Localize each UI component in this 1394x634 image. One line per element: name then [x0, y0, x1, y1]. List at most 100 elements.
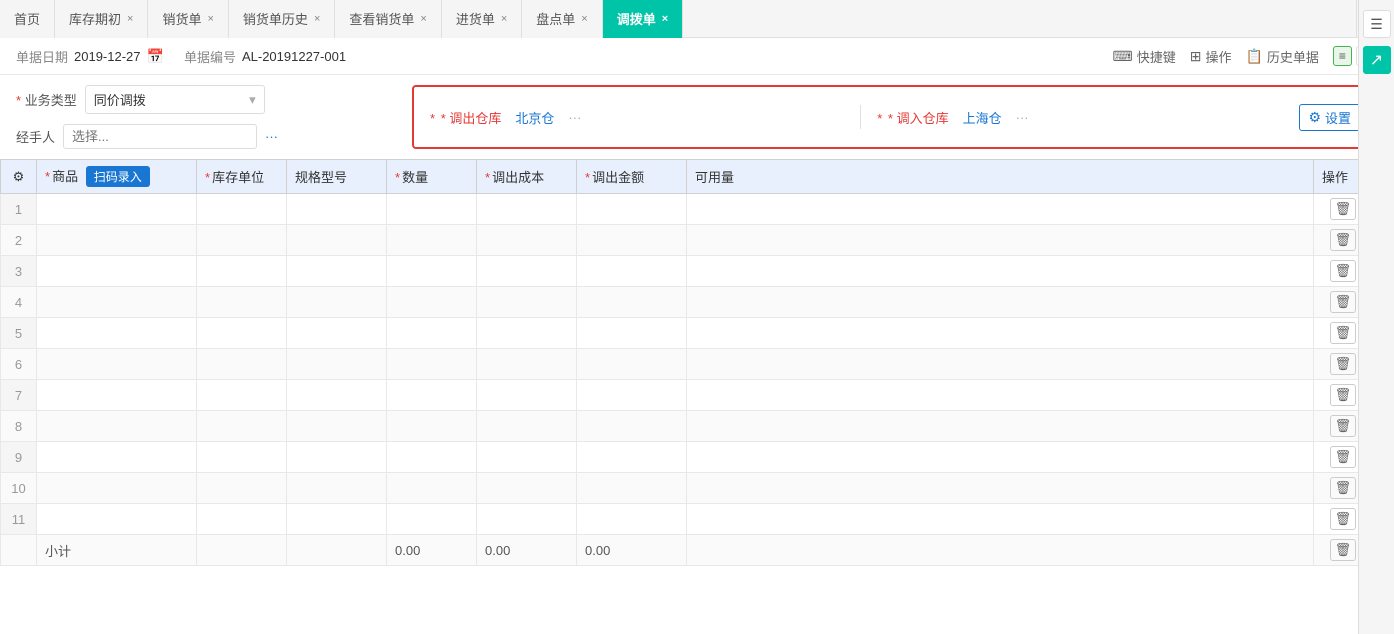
delete-row-10-button[interactable]: 🗑	[1330, 477, 1357, 499]
cell-product-10[interactable]	[37, 473, 197, 504]
cell-available-4[interactable]	[687, 287, 1314, 318]
cell-spec-2[interactable]	[287, 225, 387, 256]
cell-product-8[interactable]	[37, 411, 197, 442]
history-button[interactable]: 📋 历史单据	[1245, 47, 1318, 66]
operations-button[interactable]: ⊞ 操作	[1190, 47, 1232, 66]
delete-row-8-button[interactable]: 🗑	[1330, 415, 1357, 437]
cell-unit-7[interactable]	[197, 380, 287, 411]
cell-available-2[interactable]	[687, 225, 1314, 256]
subtotal-delete-button[interactable]: 🗑	[1330, 539, 1357, 561]
delete-row-5-button[interactable]: 🗑	[1330, 322, 1357, 344]
cell-product-11[interactable]	[37, 504, 197, 535]
cell-amount-4[interactable]	[577, 287, 687, 318]
tab-close-transfer-order[interactable]: ×	[662, 13, 668, 25]
warehouse-out-more[interactable]: ···	[568, 110, 581, 125]
cell-amount-2[interactable]	[577, 225, 687, 256]
delete-row-2-button[interactable]: 🗑	[1330, 229, 1357, 251]
business-type-select[interactable]: 同价调拨 ▾	[85, 85, 265, 114]
shortcuts-button[interactable]: ⌨ 快捷键	[1112, 47, 1175, 66]
cell-available-1[interactable]	[687, 194, 1314, 225]
cell-product-7[interactable]	[37, 380, 197, 411]
cell-amount-8[interactable]	[577, 411, 687, 442]
tab-inventory-init[interactable]: 库存期初×	[55, 0, 148, 38]
cell-cost-10[interactable]	[477, 473, 577, 504]
cell-product-6[interactable]	[37, 349, 197, 380]
cell-qty-7[interactable]	[387, 380, 477, 411]
tab-close-inventory-init[interactable]: ×	[127, 13, 133, 25]
cell-spec-7[interactable]	[287, 380, 387, 411]
cell-available-10[interactable]	[687, 473, 1314, 504]
layout-list-button[interactable]: ≡	[1333, 46, 1352, 66]
warehouse-in-more[interactable]: ···	[1016, 110, 1029, 125]
tab-transfer-order[interactable]: 调拨单×	[603, 0, 683, 38]
tab-close-purchase-order[interactable]: ×	[501, 13, 507, 25]
cell-cost-1[interactable]	[477, 194, 577, 225]
cell-qty-2[interactable]	[387, 225, 477, 256]
cell-unit-9[interactable]	[197, 442, 287, 473]
cell-available-3[interactable]	[687, 256, 1314, 287]
cell-amount-6[interactable]	[577, 349, 687, 380]
cell-amount-3[interactable]	[577, 256, 687, 287]
delete-row-7-button[interactable]: 🗑	[1330, 384, 1357, 406]
cell-unit-3[interactable]	[197, 256, 287, 287]
cell-unit-2[interactable]	[197, 225, 287, 256]
delete-row-9-button[interactable]: 🗑	[1330, 446, 1357, 468]
cell-qty-10[interactable]	[387, 473, 477, 504]
cell-unit-11[interactable]	[197, 504, 287, 535]
cell-spec-9[interactable]	[287, 442, 387, 473]
cell-product-1[interactable]	[37, 194, 197, 225]
cell-spec-8[interactable]	[287, 411, 387, 442]
cell-cost-6[interactable]	[477, 349, 577, 380]
cell-spec-4[interactable]	[287, 287, 387, 318]
cell-spec-11[interactable]	[287, 504, 387, 535]
cell-spec-1[interactable]	[287, 194, 387, 225]
cell-qty-5[interactable]	[387, 318, 477, 349]
cell-available-5[interactable]	[687, 318, 1314, 349]
cell-amount-1[interactable]	[577, 194, 687, 225]
cell-cost-9[interactable]	[477, 442, 577, 473]
cell-unit-10[interactable]	[197, 473, 287, 504]
cell-unit-1[interactable]	[197, 194, 287, 225]
date-value[interactable]: 2019-12-27	[74, 49, 141, 64]
delete-row-1-button[interactable]: 🗑	[1330, 198, 1357, 220]
cell-amount-11[interactable]	[577, 504, 687, 535]
cell-cost-8[interactable]	[477, 411, 577, 442]
cell-product-5[interactable]	[37, 318, 197, 349]
tab-sales-order[interactable]: 销货单×	[148, 0, 228, 38]
cell-cost-5[interactable]	[477, 318, 577, 349]
col-gear[interactable]: ⚙	[1, 160, 37, 194]
settings-button[interactable]: ⚙ 设置	[1299, 104, 1360, 131]
tab-home[interactable]: 首页	[0, 0, 55, 38]
cell-cost-3[interactable]	[477, 256, 577, 287]
cell-amount-10[interactable]	[577, 473, 687, 504]
cell-qty-11[interactable]	[387, 504, 477, 535]
cell-amount-5[interactable]	[577, 318, 687, 349]
cell-unit-8[interactable]	[197, 411, 287, 442]
delete-row-11-button[interactable]: 🗑	[1330, 508, 1357, 530]
cell-spec-6[interactable]	[287, 349, 387, 380]
cell-qty-1[interactable]	[387, 194, 477, 225]
cell-qty-3[interactable]	[387, 256, 477, 287]
cell-product-4[interactable]	[37, 287, 197, 318]
tab-view-sales[interactable]: 查看销货单×	[335, 0, 441, 38]
cell-spec-10[interactable]	[287, 473, 387, 504]
cell-available-9[interactable]	[687, 442, 1314, 473]
sidebar-list-button[interactable]: ☰	[1363, 10, 1391, 38]
warehouse-in-value[interactable]: 上海仓	[963, 108, 1002, 127]
cell-qty-9[interactable]	[387, 442, 477, 473]
cell-available-6[interactable]	[687, 349, 1314, 380]
delete-row-6-button[interactable]: 🗑	[1330, 353, 1357, 375]
cell-unit-4[interactable]	[197, 287, 287, 318]
tab-close-view-sales[interactable]: ×	[420, 13, 426, 25]
cell-amount-9[interactable]	[577, 442, 687, 473]
tab-close-sales-order[interactable]: ×	[207, 13, 213, 25]
cell-spec-3[interactable]	[287, 256, 387, 287]
cell-spec-5[interactable]	[287, 318, 387, 349]
tab-close-sales-history[interactable]: ×	[314, 13, 320, 25]
sidebar-export-button[interactable]: ↗	[1363, 46, 1391, 74]
cell-product-3[interactable]	[37, 256, 197, 287]
cell-available-11[interactable]	[687, 504, 1314, 535]
cell-qty-8[interactable]	[387, 411, 477, 442]
cell-available-8[interactable]	[687, 411, 1314, 442]
cell-product-9[interactable]	[37, 442, 197, 473]
